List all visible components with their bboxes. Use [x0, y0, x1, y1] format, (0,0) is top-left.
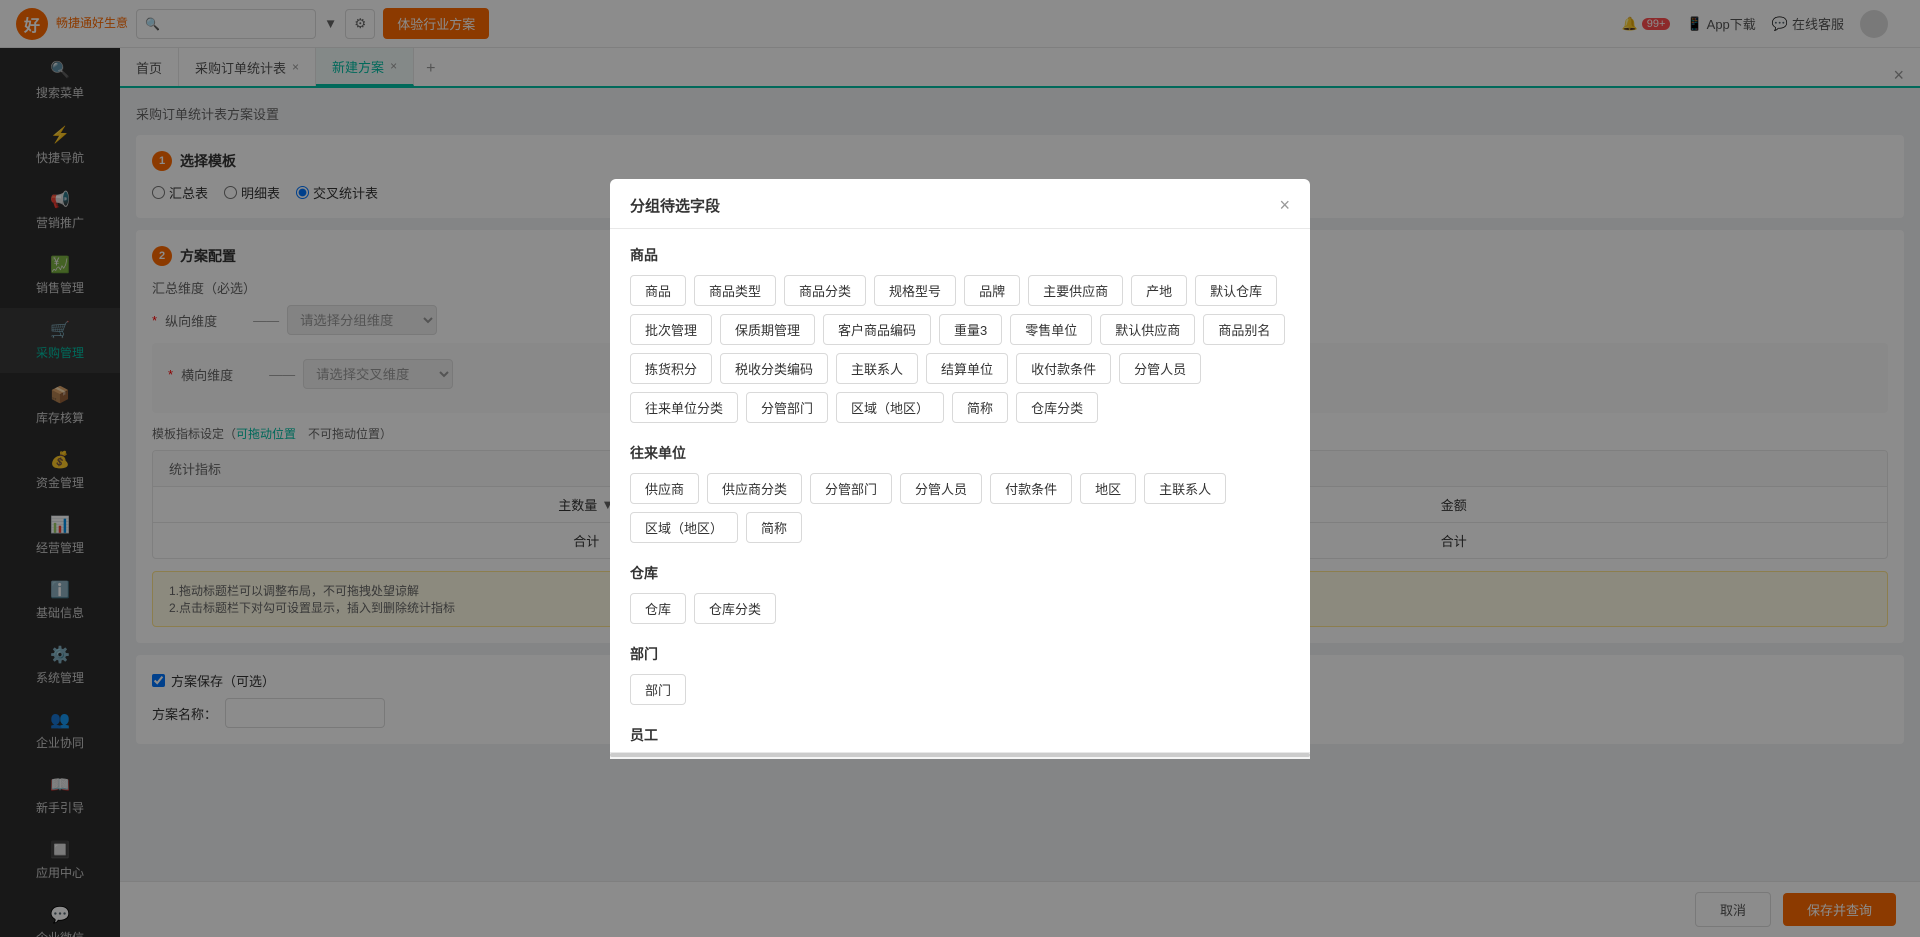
field-tag[interactable]: 规格型号 — [874, 275, 956, 306]
field-tag[interactable]: 保质期管理 — [720, 314, 815, 345]
field-tag[interactable]: 主联系人 — [836, 353, 918, 384]
field-tag[interactable]: 往来单位分类 — [630, 392, 738, 423]
field-tag[interactable]: 零售单位 — [1010, 314, 1092, 345]
field-tag[interactable]: 客户商品编码 — [823, 314, 931, 345]
field-tag[interactable]: 产地 — [1131, 275, 1187, 306]
field-tags: 部门 — [630, 674, 1290, 705]
field-tag[interactable]: 简称 — [952, 392, 1008, 423]
field-tag[interactable]: 商品分类 — [784, 275, 866, 306]
modal-title: 分组待选字段 — [630, 195, 720, 216]
field-tags: 商品商品类型商品分类规格型号品牌主要供应商产地默认仓库批次管理保质期管理客户商品… — [630, 275, 1290, 423]
field-tag[interactable]: 部门 — [630, 674, 686, 705]
field-tag[interactable]: 批次管理 — [630, 314, 712, 345]
modal-bottom-scrollbar[interactable] — [610, 752, 1310, 758]
field-group-title: 员工 — [630, 725, 1290, 745]
modal-body[interactable]: 商品商品商品类型商品分类规格型号品牌主要供应商产地默认仓库批次管理保质期管理客户… — [610, 229, 1310, 753]
field-tags: 供应商供应商分类分管部门分管人员付款条件地区主联系人区域（地区） 简称 — [630, 473, 1290, 543]
field-tag[interactable]: 商品 — [630, 275, 686, 306]
field-tag[interactable]: 简称 — [746, 512, 802, 543]
modal-close-button[interactable]: × — [1279, 195, 1290, 216]
field-tag[interactable]: 供应商 — [630, 473, 699, 504]
field-tag[interactable]: 分管部门 — [810, 473, 892, 504]
field-tag[interactable]: 主联系人 — [1144, 473, 1226, 504]
field-tag[interactable]: 拣货积分 — [630, 353, 712, 384]
field-group-仓库: 仓库仓库仓库分类 — [630, 563, 1290, 624]
modal: 分组待选字段 × 商品商品商品类型商品分类规格型号品牌主要供应商产地默认仓库批次… — [610, 179, 1310, 759]
field-tag[interactable]: 主要供应商 — [1028, 275, 1123, 306]
field-tag[interactable]: 付款条件 — [990, 473, 1072, 504]
field-tag[interactable]: 默认供应商 — [1100, 314, 1195, 345]
field-tag[interactable]: 仓库分类 — [694, 593, 776, 624]
modal-overlay: 分组待选字段 × 商品商品商品类型商品分类规格型号品牌主要供应商产地默认仓库批次… — [0, 0, 1920, 937]
field-group-往来单位: 往来单位供应商供应商分类分管部门分管人员付款条件地区主联系人区域（地区） 简称 — [630, 443, 1290, 543]
field-tags: 仓库仓库分类 — [630, 593, 1290, 624]
field-tag[interactable]: 商品类型 — [694, 275, 776, 306]
field-tag[interactable]: 分管人员 — [900, 473, 982, 504]
field-group-title: 部门 — [630, 644, 1290, 664]
field-tag[interactable]: 仓库分类 — [1016, 392, 1098, 423]
field-tag[interactable]: 税收分类编码 — [720, 353, 828, 384]
field-tag[interactable]: 分管人员 — [1119, 353, 1201, 384]
field-group-商品: 商品商品商品类型商品分类规格型号品牌主要供应商产地默认仓库批次管理保质期管理客户… — [630, 245, 1290, 423]
field-tag[interactable]: 供应商分类 — [707, 473, 802, 504]
field-tag[interactable]: 品牌 — [964, 275, 1020, 306]
field-tag[interactable]: 收付款条件 — [1016, 353, 1111, 384]
field-group-title: 商品 — [630, 245, 1290, 265]
field-tag[interactable]: 商品别名 — [1203, 314, 1285, 345]
field-tag[interactable]: 结算单位 — [926, 353, 1008, 384]
field-tag[interactable]: 地区 — [1080, 473, 1136, 504]
field-group-title: 仓库 — [630, 563, 1290, 583]
modal-scrollbar-thumb — [610, 753, 1310, 757]
field-group-部门: 部门部门 — [630, 644, 1290, 705]
field-tag[interactable]: 区域（地区） — [630, 512, 738, 543]
modal-header: 分组待选字段 × — [610, 179, 1310, 229]
field-tag[interactable]: 分管部门 — [746, 392, 828, 423]
field-group-title: 往来单位 — [630, 443, 1290, 463]
field-tag[interactable]: 仓库 — [630, 593, 686, 624]
field-tag[interactable]: 区域（地区） — [836, 392, 944, 423]
field-group-员工: 员工业务员 — [630, 725, 1290, 753]
field-tag[interactable]: 默认仓库 — [1195, 275, 1277, 306]
field-tag[interactable]: 重量3 — [939, 314, 1002, 345]
